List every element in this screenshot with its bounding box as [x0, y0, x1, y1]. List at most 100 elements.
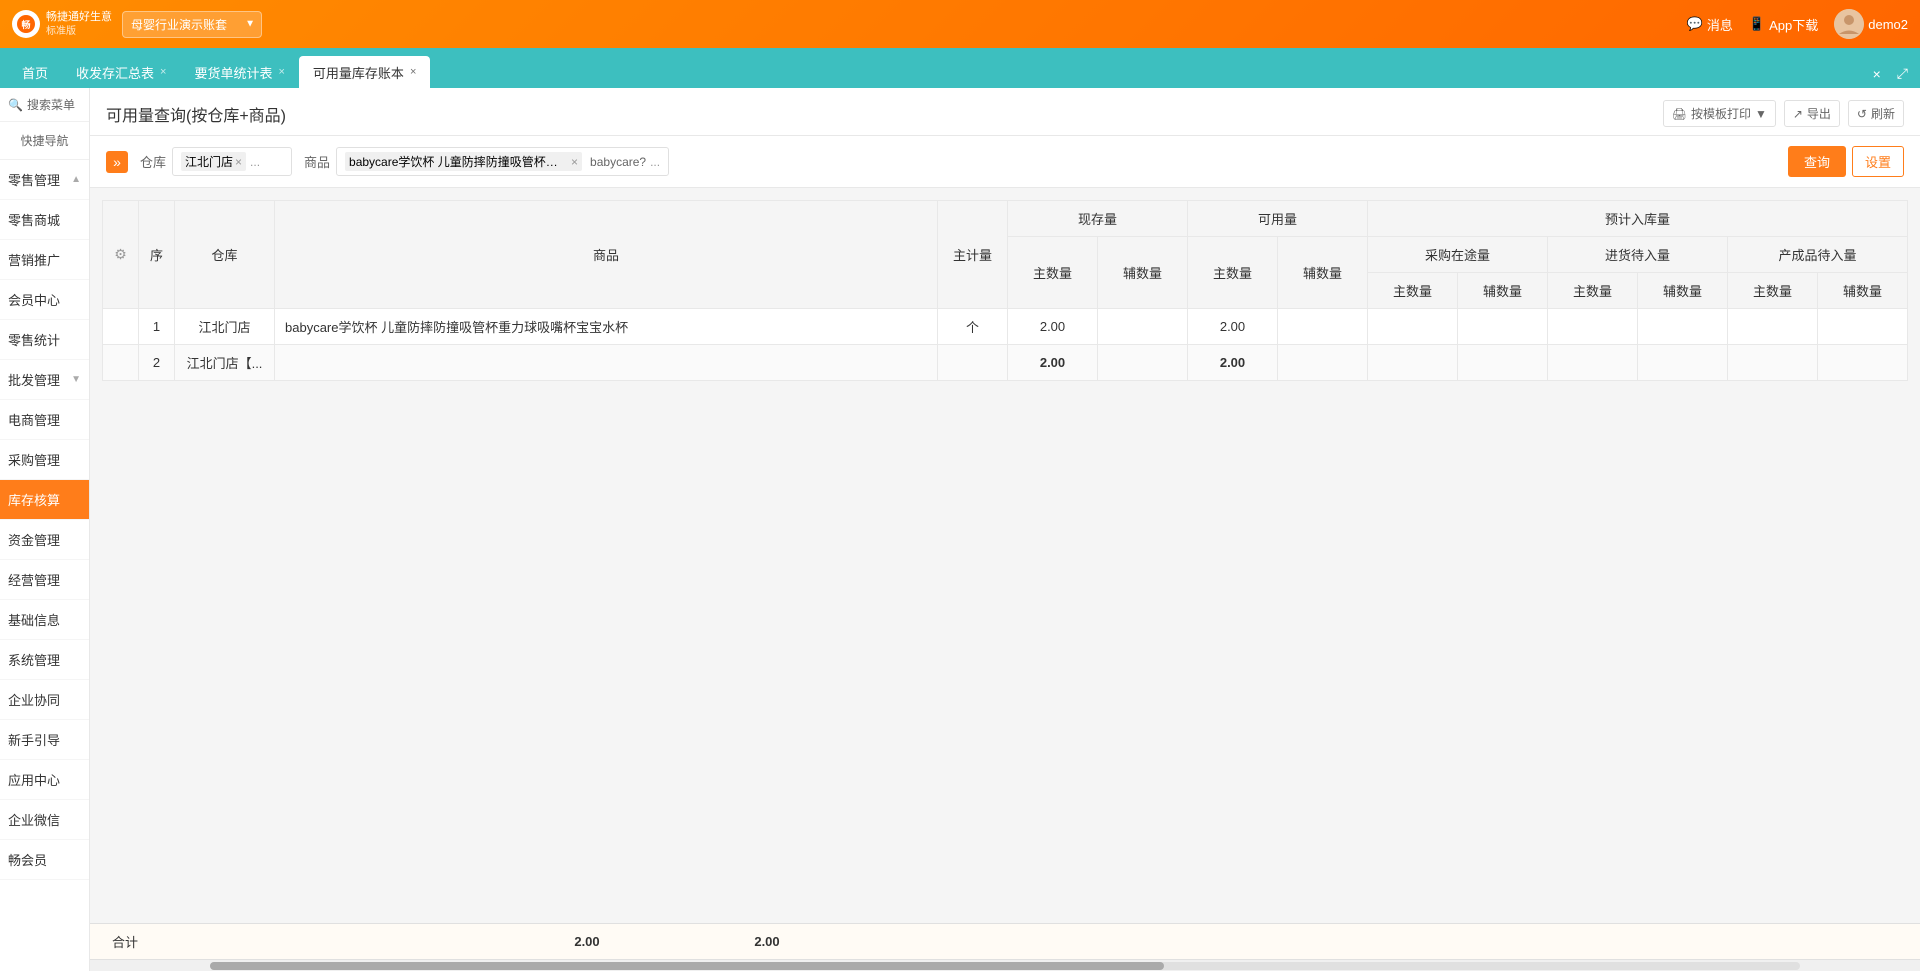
- remove-product-tag[interactable]: ×: [571, 155, 578, 169]
- row-current-aux-subtotal: [1098, 345, 1188, 381]
- top-bar: 畅 畅捷通好生意 标准版 母婴行业演示账套 ▼ 💬 消息 📱 App下载 dem…: [0, 0, 1920, 48]
- row-inbound-aux: [1638, 309, 1728, 345]
- sidebar-item-retail-stats[interactable]: 零售统计: [0, 320, 89, 360]
- close-window-btn[interactable]: ×: [1869, 64, 1885, 84]
- row-warehouse-subtotal: 江北门店【...: [175, 345, 275, 381]
- svg-text:畅: 畅: [21, 19, 30, 30]
- row-settings: [103, 345, 139, 381]
- close-tab-icon[interactable]: ×: [160, 66, 166, 78]
- product-filter-group: 商品 babycare学饮杯 儿童防摔防撞吸管杯重力球吸嘴杯宝宝水杯 × bab…: [304, 147, 669, 176]
- remove-warehouse-tag[interactable]: ×: [235, 155, 242, 169]
- row-unit-subtotal: [938, 345, 1008, 381]
- sidebar-item-system[interactable]: 系统管理: [0, 640, 89, 680]
- warehouse-input[interactable]: 江北门店 × ...: [172, 147, 292, 176]
- sidebar-item-ecommerce[interactable]: 电商管理: [0, 400, 89, 440]
- product-tag-2: babycare?: [590, 155, 646, 169]
- close-tab-icon[interactable]: ×: [278, 66, 284, 78]
- scrollbar-track[interactable]: [210, 962, 1800, 970]
- row-produced-aux: [1818, 309, 1908, 345]
- page-header: 可用量查询(按仓库+商品) 🖨 按模板打印 ▼ ↗ 导出 ↺ 刷新: [90, 88, 1920, 136]
- table-row: 1 江北门店 babycare学饮杯 儿童防摔防撞吸管杯重力球吸嘴杯宝宝水杯 个…: [103, 309, 1908, 345]
- export-icon: ↗: [1793, 107, 1803, 121]
- filter-row: » 仓库 江北门店 × ... 商品 babycare学饮杯 儿童防摔防撞吸管杯…: [90, 136, 1920, 188]
- summary-current-main: 2.00: [542, 934, 632, 949]
- sidebar-item-member[interactable]: 会员中心: [0, 280, 89, 320]
- purchase-transit-group-header: 采购在途量: [1368, 237, 1548, 273]
- industry-selector[interactable]: 母婴行业演示账套 ▼: [122, 11, 262, 38]
- user-menu[interactable]: demo2: [1834, 9, 1908, 39]
- refresh-icon: ↺: [1857, 107, 1867, 121]
- summary-row: 合计 2.00 2.00: [102, 932, 1908, 951]
- product-input[interactable]: babycare学饮杯 儿童防摔防撞吸管杯重力球吸嘴杯宝宝水杯 × babyca…: [336, 147, 669, 176]
- planned-inbound-group-header: 预计入库量: [1368, 201, 1908, 237]
- nav-tabs: 首页 收发存汇总表 × 要货单统计表 × 可用量库存账本 × × ⤢: [0, 48, 1920, 88]
- no-col-header: 序: [139, 201, 175, 309]
- gear-icon[interactable]: ⚙: [114, 246, 127, 262]
- top-right-area: 💬 消息 📱 App下载 demo2: [1687, 9, 1908, 39]
- filter-expand-btn[interactable]: »: [106, 151, 128, 173]
- inbound-aux-header: 辅数量: [1638, 273, 1728, 309]
- sidebar-item-enterprise-wx[interactable]: 企业微信: [0, 800, 89, 840]
- tab-receive-summary[interactable]: 收发存汇总表 ×: [62, 56, 180, 88]
- message-btn[interactable]: 💬 消息: [1687, 15, 1733, 34]
- row-no: 2: [139, 345, 175, 381]
- sidebar-item-new-guide[interactable]: 新手引导: [0, 720, 89, 760]
- settings-btn[interactable]: 设置: [1852, 146, 1904, 177]
- page-actions: 🖨 按模板打印 ▼ ↗ 导出 ↺ 刷新: [1663, 100, 1904, 127]
- warehouse-filter-group: 仓库 江北门店 × ...: [140, 147, 292, 176]
- print-template-btn[interactable]: 🖨 按模板打印 ▼: [1663, 100, 1776, 127]
- refresh-btn[interactable]: ↺ 刷新: [1848, 100, 1904, 127]
- tab-home[interactable]: 首页: [8, 56, 62, 88]
- warehouse-col-header: 仓库: [175, 201, 275, 309]
- summary-label: 合计: [102, 932, 472, 951]
- sidebar-quick-nav[interactable]: 快捷导航: [0, 122, 89, 160]
- export-btn[interactable]: ↗ 导出: [1784, 100, 1840, 127]
- row-current-main: 2.00: [1008, 309, 1098, 345]
- tab-label: 可用量库存账本: [313, 63, 404, 82]
- row-produced-main: [1728, 309, 1818, 345]
- download-icon: 📱: [1749, 16, 1765, 32]
- tab-available-stock[interactable]: 可用量库存账本 ×: [299, 56, 430, 88]
- sidebar-item-retail-mall[interactable]: 零售商城: [0, 200, 89, 240]
- settings-col-header[interactable]: ⚙: [103, 201, 139, 309]
- current-main-qty-header: 主数量: [1008, 237, 1098, 309]
- logo-icon: 畅: [12, 10, 40, 38]
- available-group-header: 可用量: [1188, 201, 1368, 237]
- sidebar-item-app-center[interactable]: 应用中心: [0, 760, 89, 800]
- app-download-btn[interactable]: 📱 App下载: [1749, 15, 1818, 34]
- close-tab-icon[interactable]: ×: [410, 66, 416, 78]
- sidebar-item-vip[interactable]: 畅会员: [0, 840, 89, 880]
- sidebar-item-basic-info[interactable]: 基础信息: [0, 600, 89, 640]
- row-no: 1: [139, 309, 175, 345]
- row-product-subtotal: [275, 345, 938, 381]
- main-layout: 🔍 搜索菜单 快捷导航 零售管理 ▲ 零售商城 营销推广 会员中心 零售统计: [0, 88, 1920, 971]
- sidebar-item-business[interactable]: 经营管理: [0, 560, 89, 600]
- scrollbar-thumb[interactable]: [210, 962, 1164, 970]
- query-btn[interactable]: 查询: [1788, 146, 1846, 177]
- available-main-qty-header: 主数量: [1188, 237, 1278, 309]
- sidebar-item-purchase[interactable]: 采购管理: [0, 440, 89, 480]
- row-purchase-main: [1368, 309, 1458, 345]
- sidebar-item-enterprise[interactable]: 企业协同: [0, 680, 89, 720]
- sidebar-search[interactable]: 🔍 搜索菜单: [0, 88, 89, 122]
- sidebar-item-retail-mgmt[interactable]: 零售管理 ▲: [0, 160, 89, 200]
- sidebar-item-wholesale[interactable]: 批发管理 ▼: [0, 360, 89, 400]
- table-scroll-area[interactable]: ⚙ 序 仓库 商品 主计量 现存量 可用量 预计入库量 主数量 辅数量 主数量: [90, 188, 1920, 923]
- row-inbound-main-subtotal: [1548, 345, 1638, 381]
- available-aux-qty-header: 辅数量: [1278, 237, 1368, 309]
- row-available-main: 2.00: [1188, 309, 1278, 345]
- sidebar-item-finance[interactable]: 资金管理: [0, 520, 89, 560]
- tab-order-stats[interactable]: 要货单统计表 ×: [180, 56, 298, 88]
- page-title: 可用量查询(按仓库+商品): [106, 102, 286, 126]
- purchase-aux-header: 辅数量: [1458, 273, 1548, 309]
- row-current-main-subtotal: 2.00: [1008, 345, 1098, 381]
- sidebar-item-marketing[interactable]: 营销推广: [0, 240, 89, 280]
- horizontal-scrollbar[interactable]: [90, 959, 1920, 971]
- maximize-window-btn[interactable]: ⤢: [1893, 63, 1912, 84]
- row-available-aux: [1278, 309, 1368, 345]
- data-table: ⚙ 序 仓库 商品 主计量 现存量 可用量 预计入库量 主数量 辅数量 主数量: [102, 200, 1908, 381]
- sidebar-item-inventory[interactable]: 库存核算: [0, 480, 89, 520]
- expand-icon: ▼: [71, 374, 81, 385]
- tab-label: 收发存汇总表: [76, 63, 154, 82]
- product-label: 商品: [304, 152, 330, 171]
